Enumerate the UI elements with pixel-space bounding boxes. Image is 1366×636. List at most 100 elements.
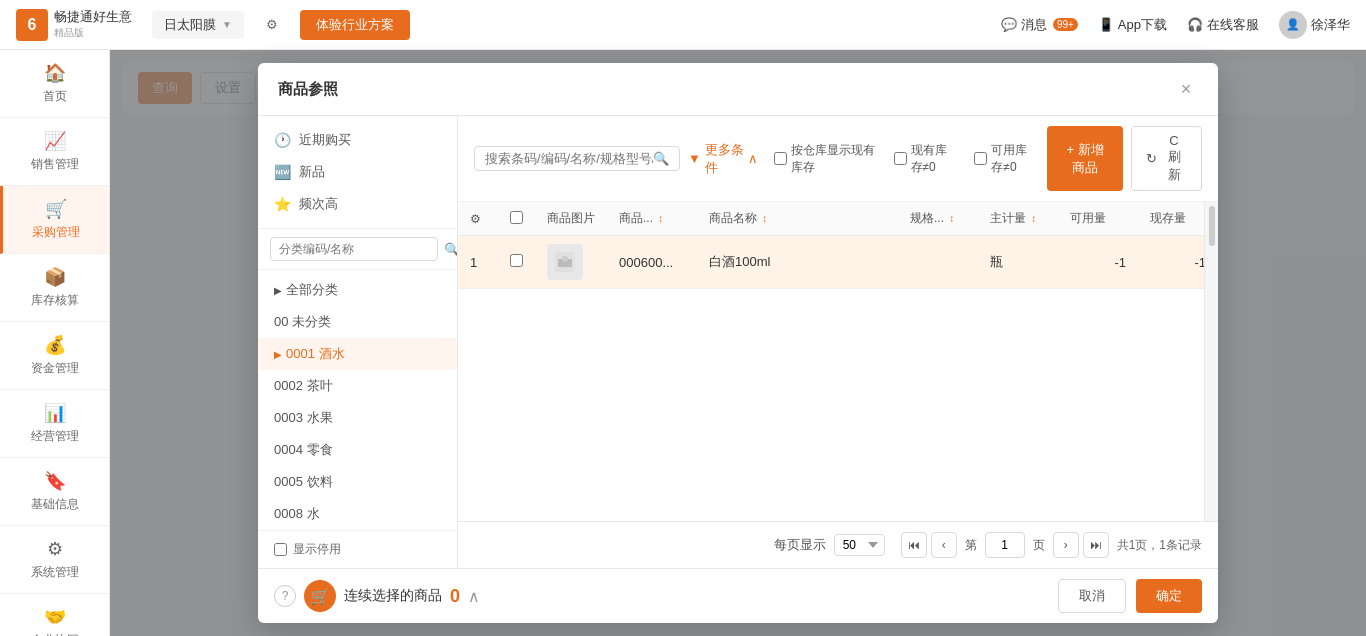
quick-frequent[interactable]: ⭐ 频次高 — [258, 188, 457, 220]
add-product-button[interactable]: + 新增商品 — [1047, 126, 1123, 191]
th-spec[interactable]: 规格... ↕ — [898, 202, 978, 236]
select-all-checkbox[interactable] — [510, 211, 523, 224]
sidebar-item-collaboration[interactable]: 🤝 企业协同 — [0, 594, 109, 636]
online-service-item[interactable]: 🎧 在线客服 — [1187, 16, 1259, 34]
per-page-select[interactable]: 50 10 20 100 — [834, 534, 885, 556]
table-row[interactable]: 1 — [458, 236, 1218, 289]
footer-buttons: 取消 确定 — [1058, 579, 1202, 613]
th-name-label: 商品名称 — [709, 211, 757, 225]
quick-new-products[interactable]: 🆕 新品 — [258, 156, 457, 188]
cell-image — [535, 236, 607, 289]
th-checkbox — [498, 202, 535, 236]
search-bar: 🔍 ▼ 更多条件 ∧ 按仓库显示现有库存 — [458, 116, 1218, 202]
logo-text: 畅捷通好生意 — [54, 9, 132, 26]
cat-item-snack[interactable]: 0004 零食 — [258, 434, 457, 466]
sort-code-icon: ↕ — [658, 213, 663, 224]
th-stock-label: 现存量 — [1150, 211, 1186, 225]
show-disabled-area: 显示停用 — [258, 530, 457, 568]
sidebar-item-sales[interactable]: 📈 销售管理 — [0, 118, 109, 186]
sidebar-item-system[interactable]: ⚙ 系统管理 — [0, 526, 109, 594]
sidebar-item-inventory[interactable]: 📦 库存核算 — [0, 254, 109, 322]
per-page-wrap: 每页显示 50 10 20 100 — [774, 534, 885, 556]
sidebar-label-system: 系统管理 — [31, 564, 79, 581]
product-search-input[interactable] — [485, 151, 653, 166]
content-area: 查询 设置 刷新 商品参照 × 🕐 — [110, 50, 1366, 636]
sidebar-item-finance[interactable]: 💰 资金管理 — [0, 322, 109, 390]
top-nav: 6 畅捷通好生意 精品版 日太阳膜 ▼ ⚙ 体验行业方案 💬 消息 99+ 📱 … — [0, 0, 1366, 50]
cat-item-water[interactable]: 0008 水 — [258, 498, 457, 530]
th-available[interactable]: 可用量 — [1058, 202, 1138, 236]
modal-body: 🕐 近期购买 🆕 新品 ⭐ 频次高 — [258, 116, 1218, 568]
row-checkbox[interactable] — [510, 254, 523, 267]
sidebar-item-purchase[interactable]: 🛒 采购管理 — [0, 186, 109, 254]
cell-name: 白酒100ml — [697, 236, 898, 289]
th-name[interactable]: 商品名称 ↕ — [697, 202, 898, 236]
cat-item-unclassified[interactable]: 00 未分类 — [258, 306, 457, 338]
cat-label-all: 全部分类 — [286, 281, 338, 299]
filter-icon: ▼ — [688, 151, 701, 166]
nav-right: 💬 消息 99+ 📱 App下载 🎧 在线客服 👤 徐泽华 — [1001, 11, 1350, 39]
cat-item-fruit[interactable]: 0003 水果 — [258, 402, 457, 434]
sidebar-label-finance: 资金管理 — [31, 360, 79, 377]
refresh-button[interactable]: ↻ C 刷新 — [1131, 126, 1202, 191]
check-avail-ne0[interactable]: 可用库存≠0 — [974, 142, 1039, 176]
sort-name-icon: ↕ — [762, 213, 767, 224]
trial-button[interactable]: 体验行业方案 — [300, 10, 410, 40]
sidebar-item-management[interactable]: 📊 经营管理 — [0, 390, 109, 458]
cancel-button[interactable]: 取消 — [1058, 579, 1126, 613]
category-search-icon[interactable]: 🔍 — [444, 242, 458, 257]
settings-icon[interactable]: ⚙ — [470, 212, 481, 226]
next-page-button[interactable]: › — [1053, 532, 1079, 558]
th-unit[interactable]: 主计量 ↕ — [978, 202, 1058, 236]
quick-recent-purchase[interactable]: 🕐 近期购买 — [258, 124, 457, 156]
cart-icon[interactable]: 🛒 — [304, 580, 336, 612]
settings-icon[interactable]: ⚙ — [256, 9, 288, 41]
cat-item-liquor[interactable]: ▶ 0001 酒水 — [258, 338, 457, 370]
by-warehouse-checkbox[interactable] — [774, 152, 787, 165]
app-download-item[interactable]: 📱 App下载 — [1098, 16, 1167, 34]
cat-item-all[interactable]: ▶ 全部分类 — [258, 274, 457, 306]
per-page-label: 每页显示 — [774, 536, 826, 554]
messages-item[interactable]: 💬 消息 99+ — [1001, 16, 1078, 34]
prev-page-button[interactable]: ‹ — [931, 532, 957, 558]
basic-info-icon: 🔖 — [44, 470, 66, 492]
modal-close-button[interactable]: × — [1174, 77, 1198, 101]
th-settings: ⚙ — [458, 202, 498, 236]
cell-available: -1 — [1058, 236, 1138, 289]
sidebar-label-purchase: 采购管理 — [32, 224, 80, 241]
cat-item-tea[interactable]: 0002 茶叶 — [258, 370, 457, 402]
messages-label: 消息 — [1021, 16, 1047, 34]
check-stock-ne0[interactable]: 现有库存≠0 — [894, 142, 959, 176]
cat-label-beverage: 0005 饮料 — [274, 473, 333, 491]
stock-ne0-checkbox[interactable] — [894, 152, 907, 165]
page-label: 第 — [965, 537, 977, 554]
cat-label-water: 0008 水 — [274, 505, 320, 523]
cat-item-beverage[interactable]: 0005 饮料 — [258, 466, 457, 498]
cart-collapse-icon[interactable]: ∧ — [468, 587, 480, 606]
search-icon[interactable]: 🔍 — [653, 151, 669, 166]
modal-header: 商品参照 × — [258, 63, 1218, 116]
username-label: 徐泽华 — [1311, 16, 1350, 34]
quick-access: 🕐 近期购买 🆕 新品 ⭐ 频次高 — [258, 116, 457, 229]
filter-more-button[interactable]: ▼ 更多条件 ∧ — [688, 141, 758, 177]
help-icon[interactable]: ? — [274, 585, 296, 607]
last-page-button[interactable]: ⏭ — [1083, 532, 1109, 558]
scrollbar[interactable] — [1204, 202, 1218, 521]
check-by-warehouse[interactable]: 按仓库显示现有库存 — [774, 142, 877, 176]
nav-selector[interactable]: 日太阳膜 ▼ — [152, 11, 244, 39]
cat-label-snack: 0004 零食 — [274, 441, 333, 459]
page-number-input[interactable] — [985, 532, 1025, 558]
sidebar-item-home[interactable]: 🏠 首页 — [0, 50, 109, 118]
left-panel: 🕐 近期购买 🆕 新品 ⭐ 频次高 — [258, 116, 458, 568]
confirm-button[interactable]: 确定 — [1136, 579, 1202, 613]
sidebar-item-basic-info[interactable]: 🔖 基础信息 — [0, 458, 109, 526]
category-search-input[interactable] — [270, 237, 438, 261]
th-code[interactable]: 商品... ↕ — [607, 202, 697, 236]
show-disabled-checkbox[interactable] — [274, 543, 287, 556]
cart-area: ? 🛒 连续选择的商品 0 ∧ — [274, 580, 1046, 612]
first-page-button[interactable]: ⏮ — [901, 532, 927, 558]
avail-ne0-checkbox[interactable] — [974, 152, 987, 165]
new-icon: 🆕 — [274, 164, 291, 180]
cat-arrow-liquor: ▶ — [274, 349, 282, 360]
user-item[interactable]: 👤 徐泽华 — [1279, 11, 1350, 39]
